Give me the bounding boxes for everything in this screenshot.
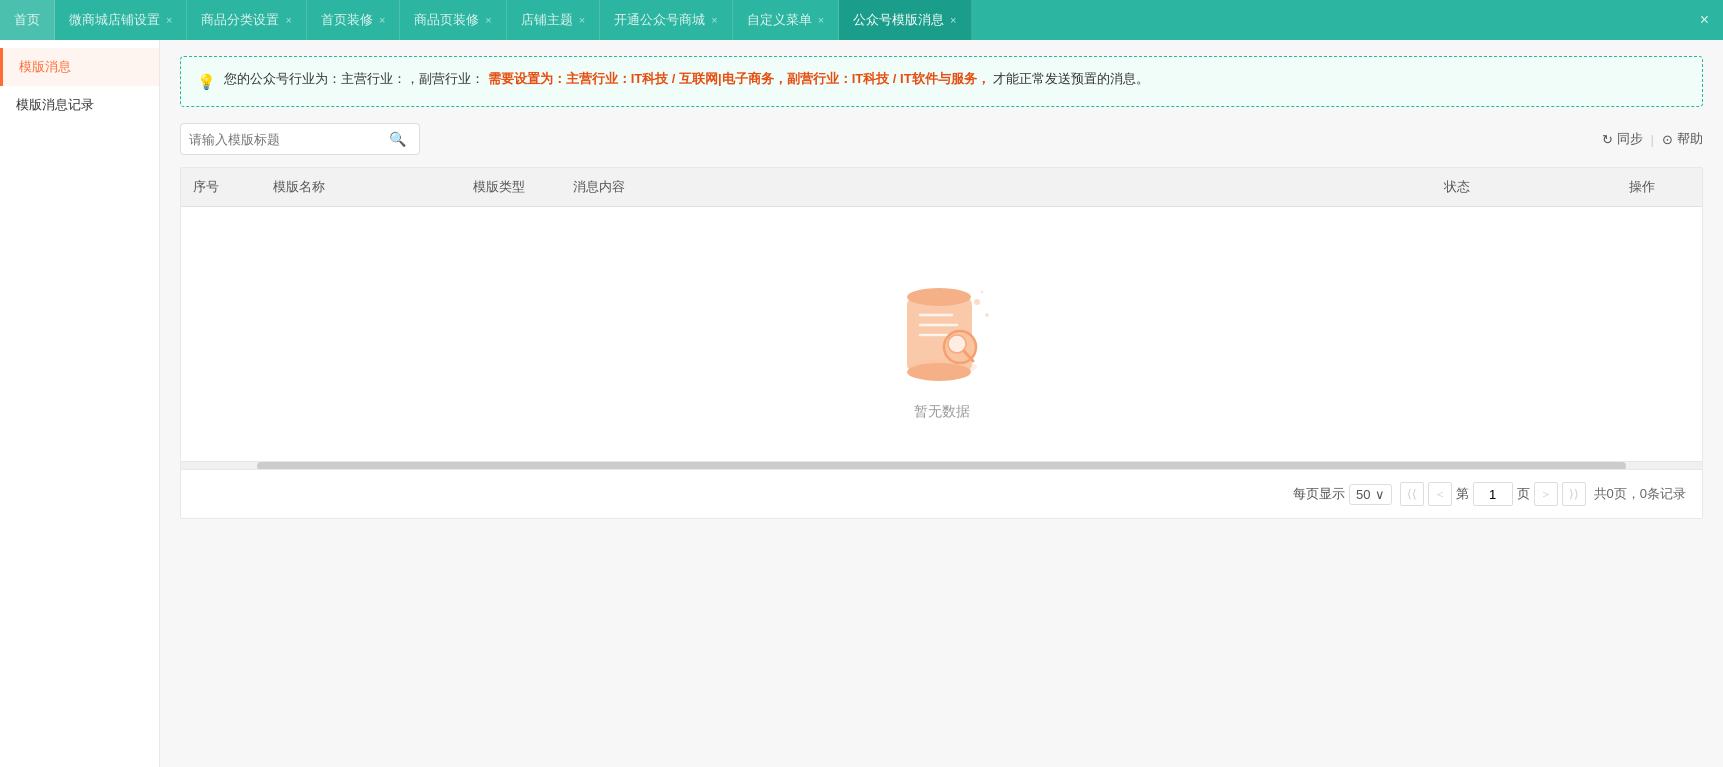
nav-tab-open-mall-label: 开通公众号商城: [614, 11, 705, 29]
empty-illustration: [882, 267, 1002, 387]
nav-tab-home-label: 首页: [14, 11, 40, 29]
page-label: 第: [1456, 485, 1469, 503]
nav-tab-template-msg[interactable]: 公众号模版消息 ×: [839, 0, 971, 40]
page-size-select: 每页显示 50 ∨: [1293, 484, 1391, 505]
notice-icon: 💡: [197, 70, 216, 94]
main-content: 💡 您的公众号行业为：主营行业：，副营行业： 需要设置为：主营行业：IT科技 /…: [160, 40, 1723, 767]
sidebar-item-template-message-log-label: 模版消息记录: [16, 97, 94, 112]
close-template-msg-icon[interactable]: ×: [950, 14, 956, 26]
empty-text: 暂无数据: [914, 403, 970, 421]
search-bar: 🔍 ↻ 同步 | ⊙ 帮助: [180, 123, 1703, 155]
main-layout: 模版消息 模版消息记录 💡 您的公众号行业为：主营行业：，副营行业： 需要设置为…: [0, 40, 1723, 767]
th-seq: 序号: [181, 168, 261, 206]
sidebar-item-template-message-log[interactable]: 模版消息记录: [0, 86, 159, 124]
nav-tab-open-mall[interactable]: 开通公众号商城 ×: [600, 0, 732, 40]
svg-point-11: [985, 313, 989, 317]
nav-tab-product-decoration-label: 商品页装修: [414, 11, 479, 29]
nav-tab-template-msg-label: 公众号模版消息: [853, 11, 944, 29]
close-product-decoration-icon[interactable]: ×: [485, 14, 491, 26]
page-size-label: 每页显示: [1293, 485, 1345, 503]
last-page-button[interactable]: ⟩⟩: [1562, 482, 1586, 506]
close-category-settings-icon[interactable]: ×: [285, 14, 291, 26]
th-content: 消息内容: [561, 168, 1432, 206]
close-open-mall-icon[interactable]: ×: [711, 14, 717, 26]
nav-tab-shop-theme-label: 店铺主题: [521, 11, 573, 29]
empty-state: 暂无数据: [181, 207, 1702, 461]
th-status: 状态: [1432, 168, 1582, 206]
svg-point-2: [907, 288, 971, 306]
sync-label: 同步: [1617, 130, 1643, 148]
svg-point-3: [907, 363, 971, 381]
page-number-input[interactable]: [1473, 482, 1513, 506]
sidebar-item-template-message-label: 模版消息: [19, 59, 71, 74]
th-type: 模版类型: [461, 168, 561, 206]
nav-tab-shop-settings[interactable]: 微商城店铺设置 ×: [55, 0, 187, 40]
nav-tab-home-decoration[interactable]: 首页装修 ×: [307, 0, 400, 40]
nav-tab-home[interactable]: 首页: [0, 0, 55, 40]
sync-button[interactable]: ↻ 同步: [1602, 130, 1643, 148]
notice-highlight: 需要设置为：主营行业：IT科技 / 互联网|电子商务，副营行业：IT科技 / I…: [488, 71, 990, 86]
sidebar: 模版消息 模版消息记录: [0, 40, 160, 767]
help-icon: ⊙: [1662, 132, 1673, 147]
prev-page-button[interactable]: ＜: [1428, 482, 1452, 506]
notice-box: 💡 您的公众号行业为：主营行业：，副营行业： 需要设置为：主营行业：IT科技 /…: [180, 56, 1703, 107]
nav-tab-custom-menu[interactable]: 自定义菜单 ×: [733, 0, 839, 40]
horizontal-scrollbar[interactable]: [181, 461, 1702, 469]
sidebar-item-template-message[interactable]: 模版消息: [0, 48, 159, 86]
nav-tab-category-settings[interactable]: 商品分类设置 ×: [187, 0, 306, 40]
data-table: 序号 模版名称 模版类型 消息内容 状态 操作: [180, 167, 1703, 519]
notice-text: 您的公众号行业为：主营行业：，副营行业： 需要设置为：主营行业：IT科技 / 互…: [224, 69, 1149, 90]
nav-tab-home-decoration-label: 首页装修: [321, 11, 373, 29]
svg-point-10: [974, 299, 980, 305]
page-size-value: 50: [1356, 487, 1370, 502]
nav-tab-custom-menu-label: 自定义菜单: [747, 11, 812, 29]
notice-prefix: 您的公众号行业为：主营行业：，副营行业：: [224, 71, 484, 86]
close-all-tabs-button[interactable]: ×: [1686, 11, 1723, 29]
toolbar-right: ↻ 同步 | ⊙ 帮助: [1602, 130, 1703, 148]
close-shop-theme-icon[interactable]: ×: [579, 14, 585, 26]
th-name: 模版名称: [261, 168, 461, 206]
top-navigation: 首页 微商城店铺设置 × 商品分类设置 × 首页装修 × 商品页装修 × 店铺主…: [0, 0, 1723, 40]
pagination: 每页显示 50 ∨ ⟨⟨ ＜ 第 页 ＞ ⟩⟩ 共0页，0条记录: [181, 469, 1702, 518]
notice-suffix: 才能正常发送预置的消息。: [993, 71, 1149, 86]
toolbar-divider: |: [1651, 132, 1654, 147]
help-button[interactable]: ⊙ 帮助: [1662, 130, 1703, 148]
help-label: 帮助: [1677, 130, 1703, 148]
close-shop-settings-icon[interactable]: ×: [166, 14, 172, 26]
search-icon[interactable]: 🔍: [389, 131, 406, 147]
page-total: 共0页，0条记录: [1594, 485, 1686, 503]
nav-tab-shop-settings-label: 微商城店铺设置: [69, 11, 160, 29]
page-size-chevron-icon: ∨: [1375, 487, 1385, 502]
page-size-dropdown[interactable]: 50 ∨: [1349, 484, 1391, 505]
scrollbar-thumb[interactable]: [257, 462, 1626, 469]
search-input-wrap: 🔍: [180, 123, 420, 155]
table-header: 序号 模版名称 模版类型 消息内容 状态 操作: [181, 168, 1702, 207]
next-page-button[interactable]: ＞: [1534, 482, 1558, 506]
page-unit: 页: [1517, 485, 1530, 503]
close-custom-menu-icon[interactable]: ×: [818, 14, 824, 26]
svg-point-12: [980, 291, 983, 294]
close-home-decoration-icon[interactable]: ×: [379, 14, 385, 26]
first-page-button[interactable]: ⟨⟨: [1400, 482, 1424, 506]
nav-tab-product-decoration[interactable]: 商品页装修 ×: [400, 0, 506, 40]
nav-tab-shop-theme[interactable]: 店铺主题 ×: [507, 0, 600, 40]
search-input[interactable]: [189, 132, 389, 147]
nav-tab-category-settings-label: 商品分类设置: [201, 11, 279, 29]
th-action: 操作: [1582, 168, 1702, 206]
sync-icon: ↻: [1602, 132, 1613, 147]
page-navigation: ⟨⟨ ＜ 第 页 ＞ ⟩⟩: [1400, 482, 1586, 506]
